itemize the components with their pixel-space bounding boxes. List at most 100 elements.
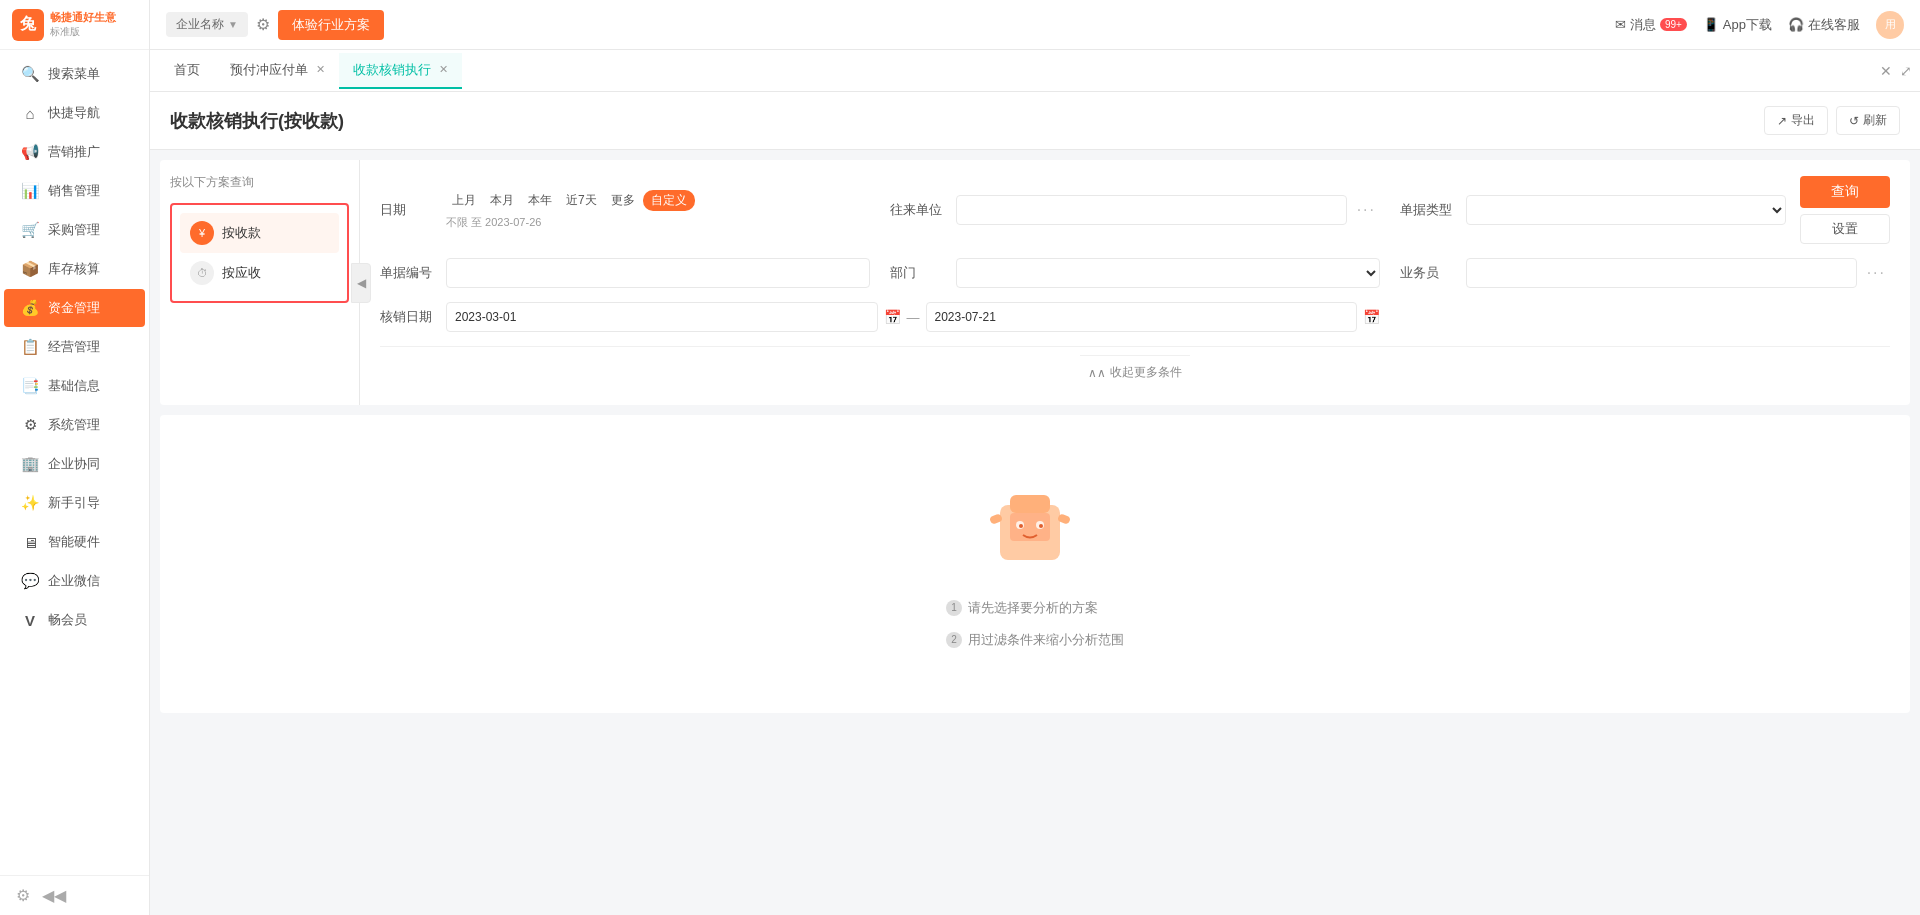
filter-sidebar: 按以下方案查询 ¥ 按收款 ⏱ 按应收 ◀	[160, 160, 360, 405]
salesperson-more-btn[interactable]: ···	[1863, 264, 1890, 282]
filter-box: ¥ 按收款 ⏱ 按应收	[170, 203, 349, 303]
logo-sub-text: 标准版	[50, 25, 116, 39]
tab-writeoff[interactable]: 收款核销执行 ✕	[339, 53, 462, 89]
sidebar-item-label: 智能硬件	[48, 533, 100, 551]
tab-close-writeoff[interactable]: ✕	[439, 63, 448, 76]
sidebar-item-wechat[interactable]: 💬 企业微信	[4, 562, 145, 600]
date-this-month[interactable]: 本月	[484, 190, 520, 211]
tab-prepay[interactable]: 预付冲应付单 ✕	[216, 53, 339, 89]
filter-sidebar-title: 按以下方案查询	[170, 174, 349, 191]
export-button[interactable]: ↗ 导出	[1764, 106, 1828, 135]
collapse-more-btn[interactable]: ∧∧ 收起更多条件	[1080, 355, 1190, 389]
counterparty-more-btn[interactable]: ···	[1353, 201, 1380, 219]
wechat-icon: 💬	[20, 572, 40, 590]
filter-form: 日期 上月 本月 本年 近7天 更多 自定义 不限 至 2023-07-26	[360, 160, 1910, 405]
writeoff-date-label: 核销日期	[380, 308, 440, 326]
sidebar-item-member[interactable]: V 畅会员	[4, 601, 145, 639]
sidebar-item-operation[interactable]: 📋 经营管理	[4, 328, 145, 366]
sidebar-item-marketing[interactable]: 📢 营销推广	[4, 133, 145, 171]
brand-selector[interactable]: 企业名称 ▼	[166, 12, 248, 37]
filter-grid: 日期 上月 本月 本年 近7天 更多 自定义 不限 至 2023-07-26	[380, 176, 1890, 389]
dept-select[interactable]	[956, 258, 1380, 288]
user-avatar[interactable]: 用	[1876, 11, 1904, 39]
main-area: 企业名称 ▼ ⚙ 体验行业方案 ✉ 消息 99+ 📱 App下载 🎧 在线客服 …	[150, 0, 1920, 915]
sidebar-item-label: 新手引导	[48, 494, 100, 512]
online-service-label: 在线客服	[1808, 16, 1860, 34]
calendar-end-icon[interactable]: 📅	[1363, 309, 1380, 325]
writeoff-date-start[interactable]	[446, 302, 878, 332]
writeoff-date-range: 📅 — 📅	[446, 302, 1380, 332]
sidebar-item-label: 经营管理	[48, 338, 100, 356]
sidebar-item-search[interactable]: 🔍 搜索菜单	[4, 55, 145, 93]
collab-icon: 🏢	[20, 455, 40, 473]
hint-num-1: 1	[946, 600, 962, 616]
sidebar: 兔 畅捷通好生意 标准版 🔍 搜索菜单 ⌂ 快捷导航 📢 营销推广 📊 销售管理…	[0, 0, 150, 915]
tab-close-prepay[interactable]: ✕	[316, 63, 325, 76]
settings-footer-icon[interactable]: ⚙	[16, 886, 30, 905]
sidebar-item-collab[interactable]: 🏢 企业协同	[4, 445, 145, 483]
dept-label: 部门	[890, 264, 950, 282]
purchase-icon: 🛒	[20, 221, 40, 239]
header-gear-icon[interactable]: ⚙	[256, 15, 270, 34]
industry-btn[interactable]: 体验行业方案	[278, 10, 384, 40]
counterparty-input[interactable]	[956, 195, 1347, 225]
docno-input[interactable]	[446, 258, 870, 288]
sidebar-item-label: 库存核算	[48, 260, 100, 278]
svg-rect-1	[1010, 495, 1050, 513]
empty-state: 1 请先选择要分析的方案 2 用过滤条件来缩小分析范围	[160, 415, 1910, 713]
sidebar-item-sales[interactable]: 📊 销售管理	[4, 172, 145, 210]
page-title: 收款核销执行(按收款)	[170, 109, 344, 147]
tab-expand-icon[interactable]: ⤢	[1900, 63, 1912, 79]
salesperson-label: 业务员	[1400, 264, 1460, 282]
tab-close-btn[interactable]: ✕	[1880, 63, 1892, 79]
doctype-label: 单据类型	[1400, 201, 1460, 219]
date-last-month[interactable]: 上月	[446, 190, 482, 211]
sidebar-footer: ⚙ ◀◀	[0, 875, 149, 915]
query-actions: 查询 设置	[1800, 176, 1890, 244]
salesperson-input[interactable]	[1466, 258, 1857, 288]
sidebar-item-quicknav[interactable]: ⌂ 快捷导航	[4, 94, 145, 132]
filter-option-label: 按收款	[222, 224, 261, 242]
sidebar-item-label: 快捷导航	[48, 104, 100, 122]
empty-text: 1 请先选择要分析的方案 2 用过滤条件来缩小分析范围	[946, 595, 1124, 653]
app-download-action[interactable]: 📱 App下载	[1703, 16, 1772, 34]
filter-option-by-receipt[interactable]: ¥ 按收款	[180, 213, 339, 253]
tab-home[interactable]: 首页	[158, 53, 216, 89]
online-service-action[interactable]: 🎧 在线客服	[1788, 16, 1860, 34]
date-custom[interactable]: 自定义	[643, 190, 695, 211]
filter-row-salesperson: 业务员 ···	[1400, 258, 1890, 288]
doctype-select[interactable]	[1466, 195, 1786, 225]
empty-hint1-text: 请先选择要分析的方案	[968, 595, 1098, 621]
sidebar-item-system[interactable]: ⚙ 系统管理	[4, 406, 145, 444]
top-header: 企业名称 ▼ ⚙ 体验行业方案 ✉ 消息 99+ 📱 App下载 🎧 在线客服 …	[150, 0, 1920, 50]
query-button[interactable]: 查询	[1800, 176, 1890, 208]
sidebar-item-inventory[interactable]: 📦 库存核算	[4, 250, 145, 288]
sidebar-item-label: 企业协同	[48, 455, 100, 473]
settings-button[interactable]: 设置	[1800, 214, 1890, 244]
sidebar-item-finance[interactable]: 💰 资金管理	[4, 289, 145, 327]
sidebar-item-basic-info[interactable]: 📑 基础信息	[4, 367, 145, 405]
page-content: 收款核销执行(按收款) ↗ 导出 ↺ 刷新 按以下方案查询 ¥	[150, 92, 1920, 915]
sidebar-item-purchase[interactable]: 🛒 采购管理	[4, 211, 145, 249]
date-this-year[interactable]: 本年	[522, 190, 558, 211]
date-last-7-days[interactable]: 近7天	[560, 190, 603, 211]
sidebar-item-hardware[interactable]: 🖥 智能硬件	[4, 523, 145, 561]
filter-row-writeoff-date: 核销日期 📅 — 📅	[380, 302, 1380, 332]
filter-option-by-receivable[interactable]: ⏱ 按应收	[180, 253, 339, 293]
refresh-button[interactable]: ↺ 刷新	[1836, 106, 1900, 135]
sidebar-item-guide[interactable]: ✨ 新手引导	[4, 484, 145, 522]
date-tabs: 上月 本月 本年 近7天 更多 自定义	[446, 190, 870, 211]
calendar-start-icon[interactable]: 📅	[884, 309, 901, 325]
collapse-sidebar-icon[interactable]: ◀◀	[42, 886, 66, 905]
collapse-sidebar-btn[interactable]: ◀	[351, 263, 371, 303]
filter-section: 按以下方案查询 ¥ 按收款 ⏱ 按应收 ◀	[160, 160, 1910, 405]
tab-bar: 首页 预付冲应付单 ✕ 收款核销执行 ✕ ✕ ⤢	[150, 50, 1920, 92]
svg-point-5	[1019, 524, 1023, 528]
collapse-more-label: 收起更多条件	[1110, 364, 1182, 381]
sales-icon: 📊	[20, 182, 40, 200]
date-more[interactable]: 更多	[605, 190, 641, 211]
logo-main-text: 畅捷通好生意	[50, 10, 116, 25]
writeoff-date-end[interactable]	[926, 302, 1358, 332]
empty-cube-svg	[985, 475, 1085, 575]
message-action[interactable]: ✉ 消息 99+	[1615, 16, 1687, 34]
